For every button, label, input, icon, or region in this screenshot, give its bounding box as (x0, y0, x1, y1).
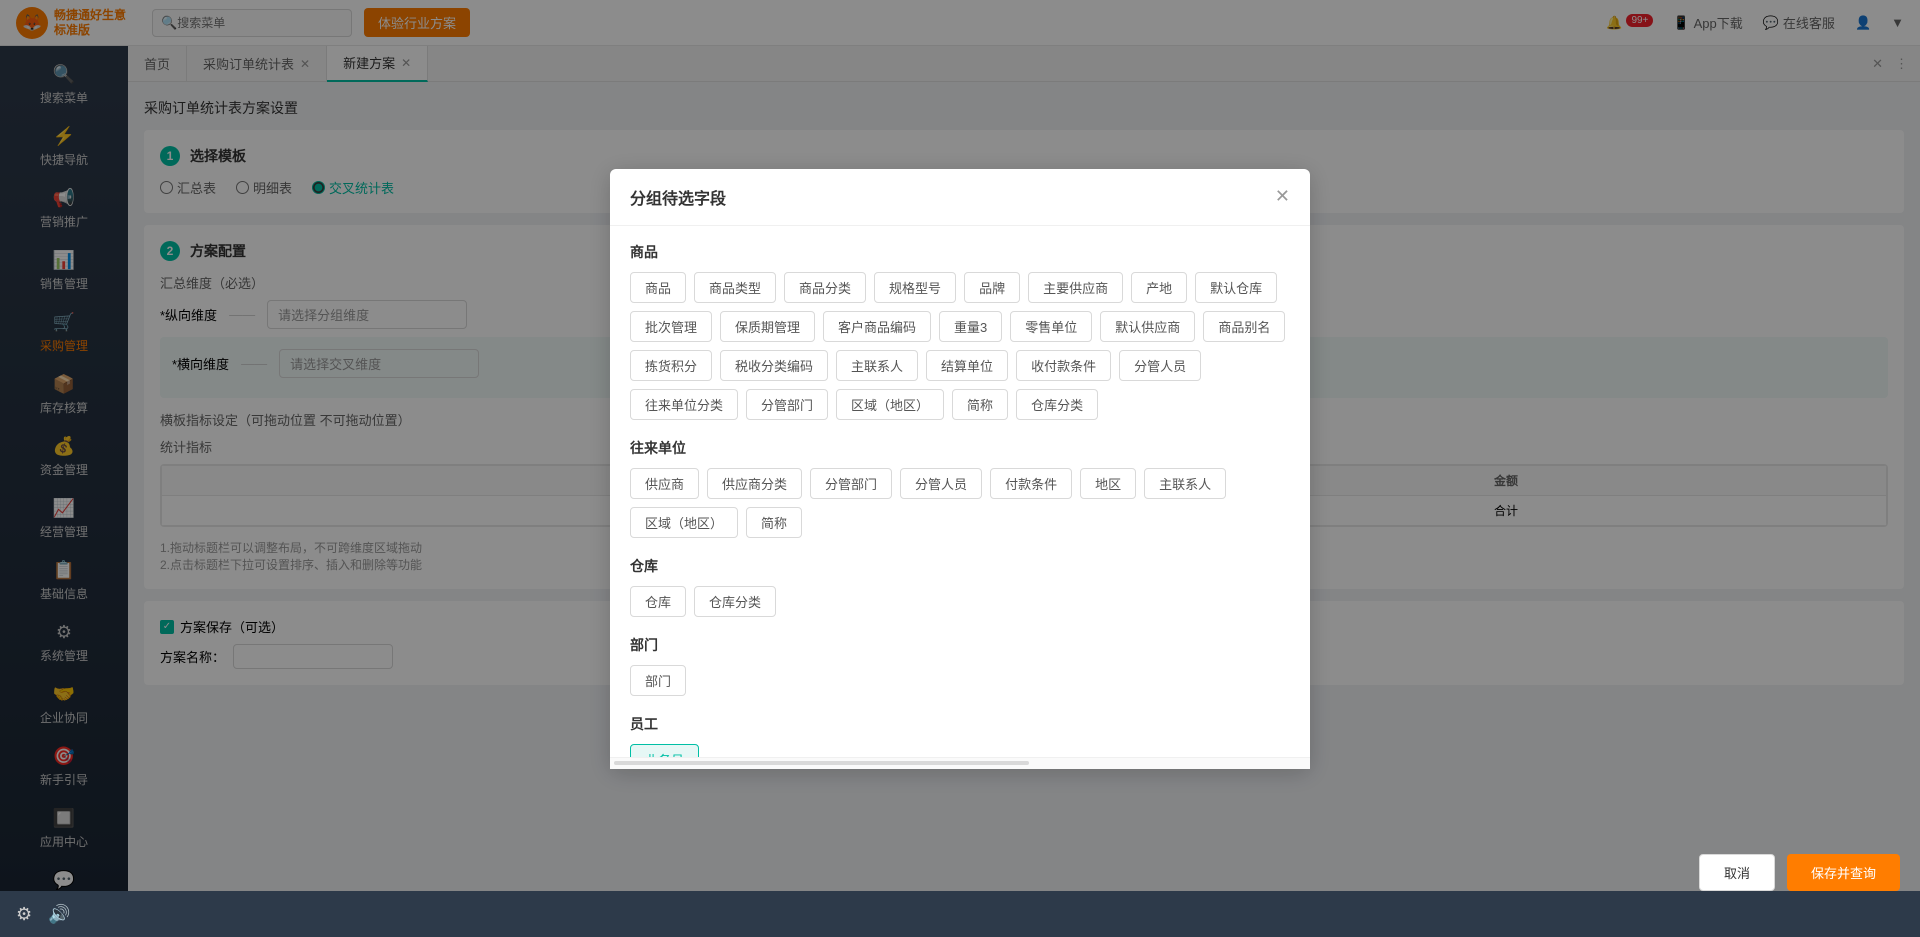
field-tag[interactable]: 产地 (1131, 272, 1187, 303)
dialog-title: 分组待选字段 (630, 185, 726, 209)
field-tag[interactable]: 结算单位 (926, 350, 1008, 381)
confirm-button[interactable]: 保存并查询 (1787, 854, 1900, 891)
dialog-header: 分组待选字段 ✕ (610, 169, 1310, 226)
dialog-body: 商品 商品 商品类型 商品分类 规格型号 品牌 主要供应商 产地 默认仓库 批次… (610, 226, 1310, 757)
counterpart-fields: 供应商 供应商分类 分管部门 分管人员 付款条件 地区 主联系人 区域（地区） … (630, 468, 1290, 538)
field-tag[interactable]: 付款条件 (990, 468, 1072, 499)
dialog-footer-buttons: 取消 保存并查询 (1699, 854, 1900, 891)
field-tag[interactable]: 客户商品编码 (823, 311, 931, 342)
field-tag[interactable]: 简称 (952, 389, 1008, 420)
field-tag[interactable]: 规格型号 (874, 272, 956, 303)
section-department: 部门 部门 (630, 635, 1290, 696)
settings-icon[interactable]: ⚙ (16, 904, 32, 925)
field-tag[interactable]: 简称 (746, 507, 802, 538)
section-employee-title: 员工 (630, 714, 1290, 734)
audio-icon[interactable]: 🔊 (48, 904, 70, 925)
section-product: 商品 商品 商品类型 商品分类 规格型号 品牌 主要供应商 产地 默认仓库 批次… (630, 242, 1290, 420)
field-tag[interactable]: 供应商分类 (707, 468, 802, 499)
section-counterpart: 往来单位 供应商 供应商分类 分管部门 分管人员 付款条件 地区 主联系人 区域… (630, 438, 1290, 538)
field-tag[interactable]: 主要供应商 (1028, 272, 1123, 303)
field-tag[interactable]: 保质期管理 (720, 311, 815, 342)
field-tag[interactable]: 分管人员 (1119, 350, 1201, 381)
cancel-button[interactable]: 取消 (1699, 854, 1775, 891)
field-tag[interactable]: 仓库 (630, 586, 686, 617)
hscroll-thumb (614, 761, 1029, 765)
field-tag[interactable]: 分管部门 (746, 389, 828, 420)
field-tag[interactable]: 拣货积分 (630, 350, 712, 381)
field-tag[interactable]: 商品别名 (1203, 311, 1285, 342)
field-tag[interactable]: 主联系人 (836, 350, 918, 381)
field-tag[interactable]: 供应商 (630, 468, 699, 499)
field-tag[interactable]: 默认供应商 (1100, 311, 1195, 342)
employee-fields: 业务员 (630, 744, 1290, 757)
field-tag[interactable]: 零售单位 (1010, 311, 1092, 342)
warehouse-fields: 仓库 仓库分类 (630, 586, 1290, 617)
field-tag[interactable]: 仓库分类 (694, 586, 776, 617)
field-tag[interactable]: 区域（地区） (630, 507, 738, 538)
field-tag[interactable]: 重量3 (939, 311, 1002, 342)
department-fields: 部门 (630, 665, 1290, 696)
section-warehouse: 仓库 仓库 仓库分类 (630, 556, 1290, 617)
dialog-close-button[interactable]: ✕ (1275, 186, 1290, 207)
field-tag[interactable]: 仓库分类 (1016, 389, 1098, 420)
field-tag[interactable]: 分管人员 (900, 468, 982, 499)
section-department-title: 部门 (630, 635, 1290, 655)
dialog-hscroll[interactable] (610, 757, 1310, 769)
overlay: 分组待选字段 ✕ 商品 商品 商品类型 商品分类 规格型号 品牌 主要供应商 产… (0, 0, 1920, 937)
field-tag[interactable]: 品牌 (964, 272, 1020, 303)
field-tag[interactable]: 往来单位分类 (630, 389, 738, 420)
field-tag[interactable]: 商品分类 (784, 272, 866, 303)
section-counterpart-title: 往来单位 (630, 438, 1290, 458)
field-select-dialog: 分组待选字段 ✕ 商品 商品 商品类型 商品分类 规格型号 品牌 主要供应商 产… (610, 169, 1310, 769)
section-product-title: 商品 (630, 242, 1290, 262)
section-warehouse-title: 仓库 (630, 556, 1290, 576)
field-tag[interactable]: 分管部门 (810, 468, 892, 499)
field-tag[interactable]: 收付款条件 (1016, 350, 1111, 381)
field-tag[interactable]: 主联系人 (1144, 468, 1226, 499)
bottom-bar: ⚙ 🔊 (0, 891, 1920, 937)
field-tag-salesperson[interactable]: 业务员 (630, 744, 699, 757)
field-tag[interactable]: 税收分类编码 (720, 350, 828, 381)
section-employee: 员工 业务员 (630, 714, 1290, 757)
field-tag[interactable]: 商品 (630, 272, 686, 303)
field-tag[interactable]: 商品类型 (694, 272, 776, 303)
field-tag[interactable]: 地区 (1080, 468, 1136, 499)
field-tag[interactable]: 区域（地区） (836, 389, 944, 420)
field-tag[interactable]: 默认仓库 (1195, 272, 1277, 303)
field-tag[interactable]: 批次管理 (630, 311, 712, 342)
product-fields: 商品 商品类型 商品分类 规格型号 品牌 主要供应商 产地 默认仓库 批次管理 … (630, 272, 1290, 420)
field-tag[interactable]: 部门 (630, 665, 686, 696)
